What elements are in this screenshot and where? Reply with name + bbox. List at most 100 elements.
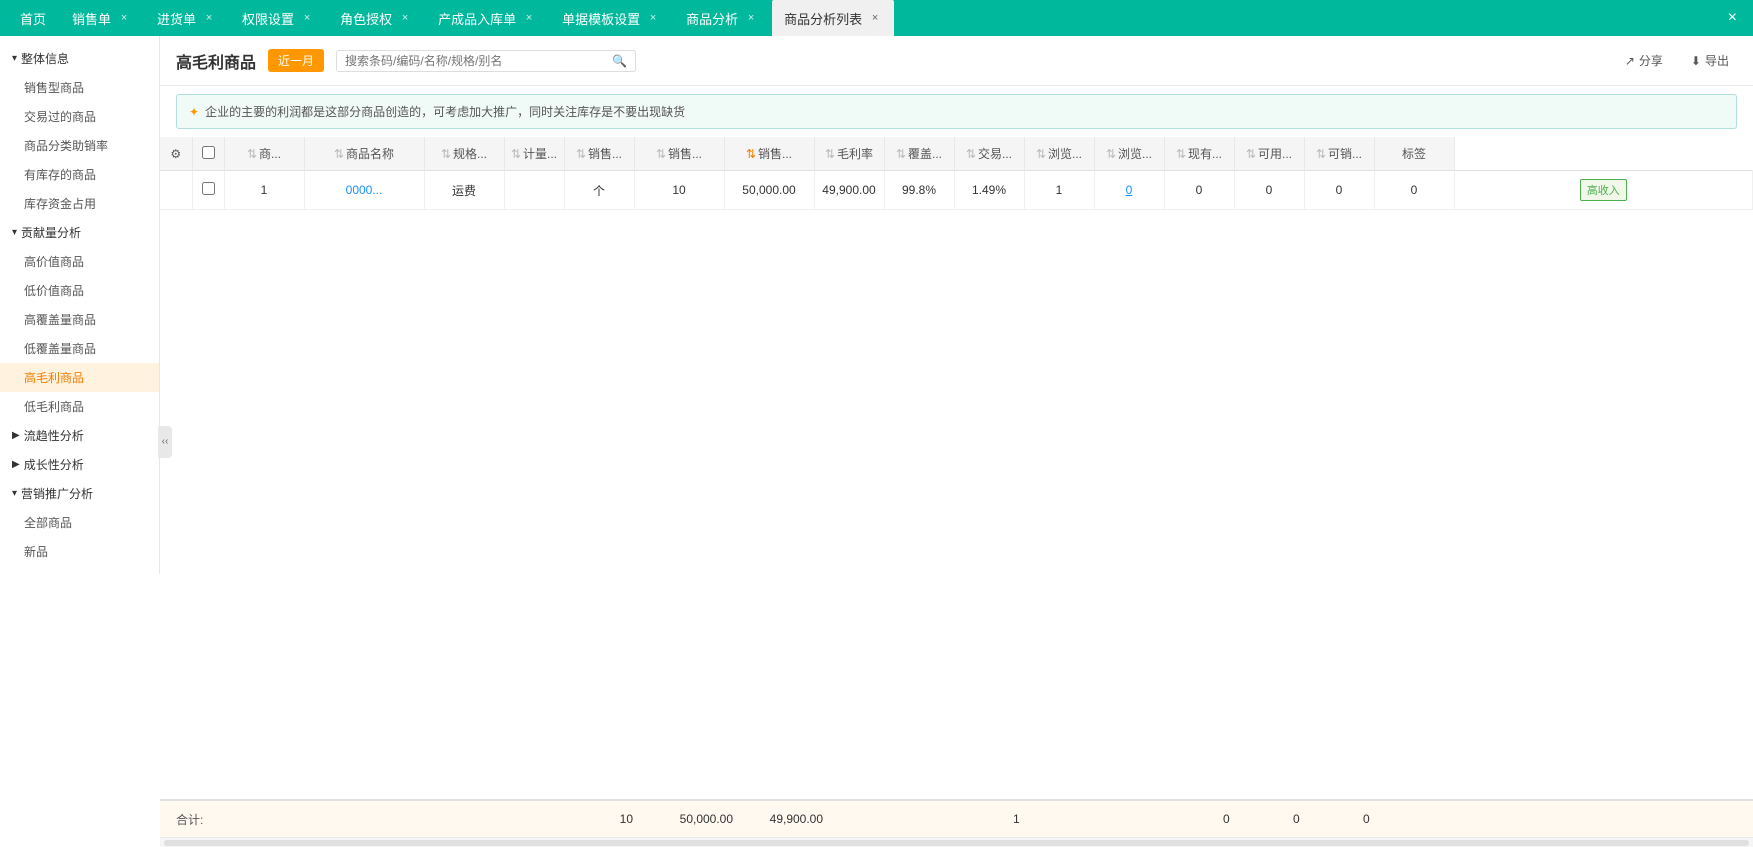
- close-product-analysis[interactable]: ×: [744, 11, 758, 25]
- col-stock[interactable]: ⇅现有...: [1164, 137, 1234, 171]
- sidebar-section-growth[interactable]: ▶ 成长性分析: [0, 450, 159, 479]
- content-header: 高毛利商品 近一月 🔍 ↗ 分享 ⬇ 导出: [160, 36, 1753, 86]
- arrow-icon: ▶: [12, 430, 20, 441]
- table-header-row: ⚙ ⇅商... ⇅商品名称 ⇅规格... ⇅计量... ⇅销售... ⇅销售..…: [160, 137, 1753, 171]
- sort-icon: ⇅: [746, 147, 756, 161]
- footer-trade: 1: [981, 812, 1051, 826]
- col-name[interactable]: ⇅商品名称: [304, 137, 424, 171]
- nav-sales-order[interactable]: 销售单 ×: [60, 0, 143, 36]
- sidebar-section-contribution[interactable]: ▾ 贡献量分析: [0, 218, 159, 247]
- col-trade[interactable]: ⇅交易...: [954, 137, 1024, 171]
- nav-permission-settings[interactable]: 权限设置 ×: [230, 0, 326, 36]
- col-browse2[interactable]: ⇅浏览...: [1094, 137, 1164, 171]
- nav-product-analysis[interactable]: 商品分析 ×: [674, 0, 770, 36]
- close-permission-settings[interactable]: ×: [300, 11, 314, 25]
- close-product-inbound[interactable]: ×: [522, 11, 536, 25]
- select-all-checkbox[interactable]: [202, 146, 215, 159]
- col-browse1[interactable]: ⇅浏览...: [1024, 137, 1094, 171]
- col-unit[interactable]: ⇅计量...: [504, 137, 564, 171]
- time-filter-button[interactable]: 近一月: [268, 49, 324, 72]
- col-tag: 标签: [1374, 137, 1454, 171]
- scroll-track[interactable]: [164, 840, 1749, 846]
- sidebar-item-high-margin[interactable]: 高毛利商品: [0, 363, 159, 392]
- search-icon[interactable]: 🔍: [612, 54, 627, 68]
- col-saleable[interactable]: ⇅可销...: [1304, 137, 1374, 171]
- sidebar-item-high-coverage[interactable]: 高覆盖量商品: [0, 305, 159, 334]
- nav-product-analysis-list[interactable]: 商品分析列表 ×: [772, 0, 894, 36]
- star-icon: ✦: [189, 105, 199, 119]
- cell-settings: [160, 171, 192, 210]
- sidebar-collapse-button[interactable]: ‹‹: [158, 426, 172, 458]
- nav-template-settings[interactable]: 单据模板设置 ×: [550, 0, 672, 36]
- cell-available: 0: [1304, 171, 1374, 210]
- sidebar-item-low-margin[interactable]: 低毛利商品: [0, 392, 159, 421]
- page-title: 高毛利商品: [176, 49, 256, 73]
- sidebar-item-stock-capital[interactable]: 库存资金占用: [0, 189, 159, 218]
- col-settings[interactable]: ⚙: [160, 137, 192, 171]
- sidebar-item-low-coverage[interactable]: 低覆盖量商品: [0, 334, 159, 363]
- col-available[interactable]: ⇅可用...: [1234, 137, 1304, 171]
- nav-purchase-order[interactable]: 进货单 ×: [145, 0, 228, 36]
- data-table-container: ⚙ ⇅商... ⇅商品名称 ⇅规格... ⇅计量... ⇅销售... ⇅销售..…: [160, 137, 1753, 799]
- table-row: 1 0000... 运费 个 10 50,000.00 49,900.00 99…: [160, 171, 1753, 210]
- close-purchase-order[interactable]: ×: [202, 11, 216, 25]
- footer-available: 0: [1261, 812, 1331, 826]
- cell-browse1[interactable]: 0: [1094, 171, 1164, 210]
- cell-code[interactable]: 0000...: [304, 171, 424, 210]
- cell-profit-rate: 99.8%: [884, 171, 954, 210]
- sidebar-item-new-products[interactable]: 新品: [0, 537, 159, 566]
- cell-stock: 0: [1234, 171, 1304, 210]
- share-button[interactable]: ↗ 分享: [1617, 48, 1671, 73]
- cell-browse2: 0: [1164, 171, 1234, 210]
- col-code[interactable]: ⇅商...: [224, 137, 304, 171]
- footer-sales-profit: 49,900.00: [751, 812, 841, 826]
- sidebar-section-trend[interactable]: ▶ 流趋性分析: [0, 421, 159, 450]
- footer-sales-qty: 10: [591, 812, 661, 826]
- sidebar-item-low-value[interactable]: 低价值商品: [0, 276, 159, 305]
- sort-icon: ⇅: [825, 147, 835, 161]
- data-table: ⚙ ⇅商... ⇅商品名称 ⇅规格... ⇅计量... ⇅销售... ⇅销售..…: [160, 137, 1753, 210]
- col-checkbox[interactable]: [192, 137, 224, 171]
- sidebar-item-high-value[interactable]: 高价值商品: [0, 247, 159, 276]
- sort-icon: ⇅: [1036, 147, 1046, 161]
- col-profit-rate[interactable]: ⇅毛利率: [814, 137, 884, 171]
- export-button[interactable]: ⬇ 导出: [1683, 48, 1737, 73]
- sidebar-item-category-rate[interactable]: 商品分类助销率: [0, 131, 159, 160]
- sort-icon: ⇅: [441, 147, 451, 161]
- col-sales-qty[interactable]: ⇅销售...: [564, 137, 634, 171]
- col-coverage[interactable]: ⇅覆盖...: [884, 137, 954, 171]
- sidebar-section-marketing[interactable]: ▾ 营销推广分析: [0, 479, 159, 508]
- cell-checkbox[interactable]: [192, 171, 224, 210]
- sidebar-section-overall[interactable]: ▾ 整体信息: [0, 44, 159, 73]
- sort-icon: ⇅: [247, 147, 257, 161]
- close-product-analysis-list[interactable]: ×: [868, 11, 882, 25]
- close-all-tabs[interactable]: ×: [1720, 9, 1745, 27]
- sort-icon: ⇅: [1316, 147, 1326, 161]
- nav-home[interactable]: 首页: [8, 0, 58, 36]
- sidebar-item-traded-products[interactable]: 交易过的商品: [0, 102, 159, 131]
- sort-icon: ⇅: [576, 147, 586, 161]
- close-role-auth[interactable]: ×: [398, 11, 412, 25]
- export-icon: ⬇: [1691, 54, 1701, 68]
- footer-stock: 0: [1191, 812, 1261, 826]
- close-template-settings[interactable]: ×: [646, 11, 660, 25]
- nav-role-auth[interactable]: 角色授权 ×: [328, 0, 424, 36]
- cell-trade: 1: [1024, 171, 1094, 210]
- footer-total-label: 合计:: [176, 811, 203, 828]
- cell-sales-qty: 10: [634, 171, 724, 210]
- col-spec[interactable]: ⇅规格...: [424, 137, 504, 171]
- col-sales-amt[interactable]: ⇅销售...: [634, 137, 724, 171]
- close-sales-order[interactable]: ×: [117, 11, 131, 25]
- sidebar-item-all-products[interactable]: 全部商品: [0, 508, 159, 537]
- search-input[interactable]: [345, 54, 606, 68]
- top-navigation: 首页 销售单 × 进货单 × 权限设置 × 角色授权 × 产成品入库单 × 单据…: [0, 0, 1753, 36]
- sort-icon: ⇅: [334, 147, 344, 161]
- horizontal-scrollbar[interactable]: [160, 837, 1753, 847]
- nav-product-inbound[interactable]: 产成品入库单 ×: [426, 0, 548, 36]
- cell-unit: 个: [564, 171, 634, 210]
- sidebar-item-in-stock[interactable]: 有库存的商品: [0, 160, 159, 189]
- col-sales-profit[interactable]: ⇅销售...: [724, 137, 814, 171]
- content-area: 高毛利商品 近一月 🔍 ↗ 分享 ⬇ 导出 ✦ 企业的主要的利润都是这部分商品创…: [160, 36, 1753, 847]
- sidebar-item-sales-products[interactable]: 销售型商品: [0, 73, 159, 102]
- sort-icon: ⇅: [656, 147, 666, 161]
